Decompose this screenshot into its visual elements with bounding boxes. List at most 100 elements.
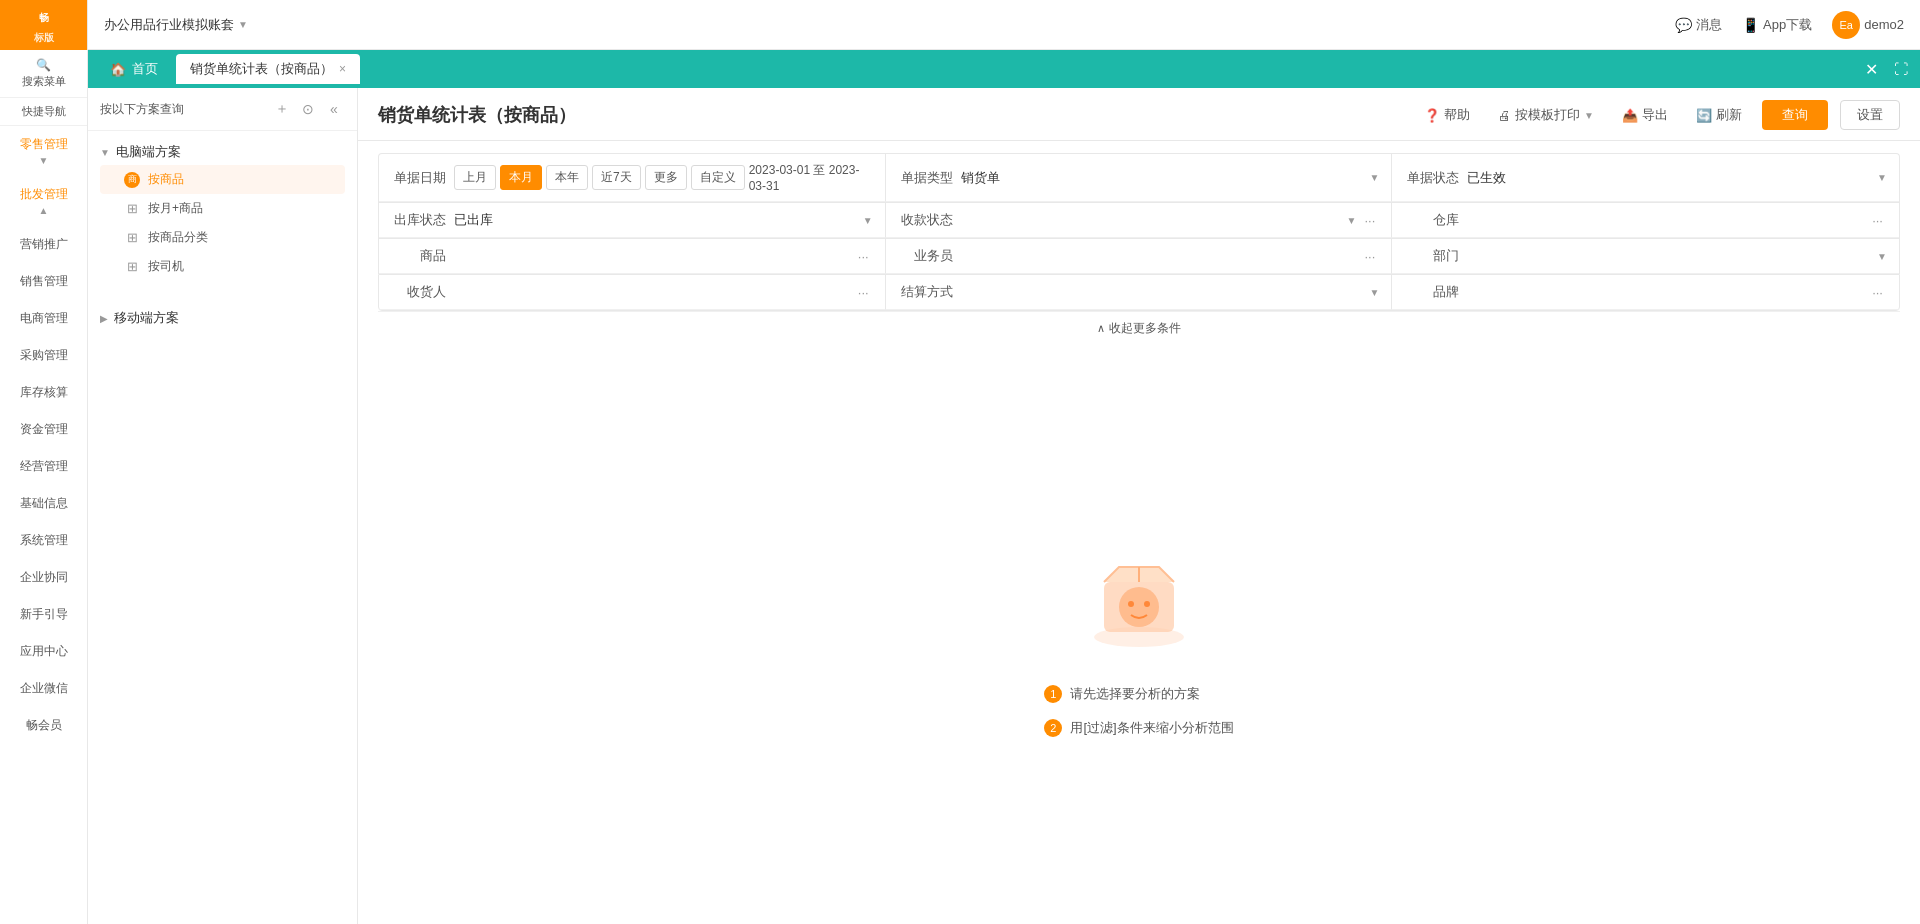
filter-collect-cell: 收款状态 ▼ ··· — [886, 203, 1393, 238]
pc-scheme-title[interactable]: ▼ 电脑端方案 — [100, 139, 345, 165]
quick-nav-btn[interactable]: 快捷导航 — [0, 98, 87, 126]
scheme-icon: ⊞ — [124, 259, 140, 275]
more-date-btn[interactable]: 更多 — [645, 165, 687, 190]
docstatus-label: 单据状态 — [1404, 169, 1459, 187]
collapse-filter-btn[interactable]: ∧ 收起更多条件 — [378, 311, 1900, 345]
receiver-value[interactable]: ··· — [454, 285, 873, 300]
export-btn[interactable]: 📤 导出 — [1614, 102, 1676, 128]
scheme-item-month-product[interactable]: ⊞ 按月+商品 — [100, 194, 345, 223]
settlement-dropdown-icon: ▼ — [1369, 287, 1379, 298]
tab-close-btn[interactable]: × — [339, 62, 346, 76]
page-header-top: 销货单统计表（按商品） ❓ 帮助 🖨 按模板打印 ▼ 📤 — [378, 100, 1900, 130]
filter-row-2: 出库状态 已出库 ▼ 收款状态 ▼ ··· — [378, 202, 1900, 238]
scheme-item-category[interactable]: ⊞ 按商品分类 — [100, 223, 345, 252]
last7-btn[interactable]: 近7天 — [592, 165, 641, 190]
scheme-collapse-btn[interactable]: « — [323, 98, 345, 120]
warehouse-value[interactable]: ··· — [1467, 213, 1887, 228]
empty-state: 1 请先选择要分析的方案 2 用[过滤]条件来缩小分析范围 — [358, 357, 1920, 924]
salesperson-value[interactable]: ··· — [961, 249, 1380, 264]
tabs-bar: 🏠 首页 销货单统计表（按商品） × ✕ ⛶ — [88, 50, 1920, 88]
sidebar-item-wechat[interactable]: 企业微信 — [0, 670, 87, 707]
sidebar-item-retail[interactable]: 零售管理 ▼ — [0, 126, 87, 176]
scheme-item-label: 按月+商品 — [148, 200, 203, 217]
filter-row-1: 单据日期 上月 本月 本年 近7天 更多 自定义 2023-03-01 至 20… — [378, 153, 1900, 202]
topbar-right: 💬 消息 📱 App下载 Ea demo2 — [1675, 11, 1904, 39]
settlement-value[interactable]: ▼ — [961, 287, 1380, 298]
scheme-settings-btn[interactable]: ⊙ — [297, 98, 319, 120]
sidebar-item-purchase[interactable]: 采购管理 — [0, 337, 87, 374]
sidebar-item-label: 畅会员 — [26, 717, 62, 734]
sidebar-item-marketing[interactable]: 营销推广 — [0, 226, 87, 263]
sidebar-item-finance[interactable]: 资金管理 — [0, 411, 87, 448]
sidebar-item-vip[interactable]: 畅会员 — [0, 707, 87, 744]
topbar-left: 办公用品行业模拟账套 ▼ — [104, 16, 248, 34]
svg-point-6 — [1128, 601, 1134, 607]
custom-date-btn[interactable]: 自定义 — [691, 165, 745, 190]
user-profile-btn[interactable]: Ea demo2 — [1832, 11, 1904, 39]
right-panel: 销货单统计表（按商品） ❓ 帮助 🖨 按模板打印 ▼ 📤 — [358, 88, 1920, 924]
sidebar-item-sales[interactable]: 销售管理 — [0, 263, 87, 300]
outstatus-value[interactable]: 已出库 ▼ — [454, 211, 873, 229]
scheme-header-label: 按以下方案查询 — [100, 101, 184, 118]
product-more-btn[interactable]: ··· — [854, 249, 873, 264]
mobile-scheme-title[interactable]: ▶ 移动端方案 — [100, 305, 345, 331]
product-value[interactable]: ··· — [454, 249, 873, 264]
sidebar-item-ecommerce[interactable]: 电商管理 — [0, 300, 87, 337]
tab-maximize-btn[interactable]: ⛶ — [1890, 58, 1912, 80]
phone-icon: 📱 — [1742, 17, 1759, 33]
sidebar-item-guide[interactable]: 新手引导 — [0, 596, 87, 633]
company-selector[interactable]: 办公用品行业模拟账套 ▼ — [104, 16, 248, 34]
this-month-btn[interactable]: 本月 — [500, 165, 542, 190]
brand-value[interactable]: ··· — [1467, 285, 1887, 300]
print-icon: 🖨 — [1498, 108, 1511, 123]
sidebar-item-operations[interactable]: 经营管理 — [0, 448, 87, 485]
scheme-item-product[interactable]: 商 按商品 — [100, 165, 345, 194]
mobile-section-label: 移动端方案 — [114, 309, 179, 327]
help-btn[interactable]: ❓ 帮助 — [1416, 102, 1478, 128]
collect-value[interactable]: ▼ ··· — [961, 213, 1380, 228]
scheme-panel: 按以下方案查询 ＋ ⊙ « ▼ 电脑端方案 — [88, 88, 358, 924]
collapse-label: 收起更多条件 — [1109, 320, 1181, 337]
settings-btn[interactable]: 设置 — [1840, 100, 1900, 130]
brand-label: 品牌 — [1404, 283, 1459, 301]
brand-more-btn[interactable]: ··· — [1868, 285, 1887, 300]
print-btn[interactable]: 🖨 按模板打印 ▼ — [1490, 102, 1602, 128]
avatar: Ea — [1832, 11, 1860, 39]
salesperson-more-btn[interactable]: ··· — [1360, 249, 1379, 264]
tabs-controls: ✕ ⛶ — [1860, 58, 1912, 80]
query-btn[interactable]: 查询 — [1762, 100, 1828, 130]
scheme-item-driver[interactable]: ⊞ 按司机 — [100, 252, 345, 281]
dept-label: 部门 — [1404, 247, 1459, 265]
doctype-label: 单据类型 — [898, 169, 953, 187]
filter-outstatus-cell: 出库状态 已出库 ▼ — [379, 203, 886, 238]
page-title: 销货单统计表（按商品） — [378, 103, 576, 127]
doctype-value[interactable]: 销货单 ▼ — [961, 169, 1380, 187]
sidebar-item-system[interactable]: 系统管理 — [0, 522, 87, 559]
sidebar-item-inventory[interactable]: 库存核算 — [0, 374, 87, 411]
sidebar-item-appstore[interactable]: 应用中心 — [0, 633, 87, 670]
warehouse-more-btn[interactable]: ··· — [1868, 213, 1887, 228]
tab-close-window-btn[interactable]: ✕ — [1860, 58, 1882, 80]
search-menu-btn[interactable]: 🔍 搜索菜单 — [0, 50, 87, 98]
tab-home[interactable]: 🏠 首页 — [96, 54, 172, 84]
last-month-btn[interactable]: 上月 — [454, 165, 496, 190]
dept-value[interactable]: ▼ — [1467, 251, 1887, 262]
sidebar-item-base[interactable]: 基础信息 — [0, 485, 87, 522]
this-year-btn[interactable]: 本年 — [546, 165, 588, 190]
sidebar-item-label: 批发管理 — [20, 186, 68, 203]
sidebar-item-wholesale[interactable]: 批发管理 ▲ — [0, 176, 87, 226]
app-download-btn[interactable]: 📱 App下载 — [1742, 16, 1812, 34]
tab-active-label: 销货单统计表（按商品） — [190, 60, 333, 78]
collect-more-btn[interactable]: ··· — [1360, 213, 1379, 228]
scheme-add-btn[interactable]: ＋ — [271, 98, 293, 120]
company-name: 办公用品行业模拟账套 — [104, 16, 234, 34]
receiver-more-btn[interactable]: ··· — [854, 285, 873, 300]
docstatus-value[interactable]: 已生效 ▼ — [1467, 169, 1887, 187]
date-range-text: 2023-03-01 至 2023-03-31 — [749, 162, 873, 193]
sidebar-item-label: 企业微信 — [20, 680, 68, 697]
refresh-btn[interactable]: 🔄 刷新 — [1688, 102, 1750, 128]
sidebar-item-enterprise[interactable]: 企业协同 — [0, 559, 87, 596]
tab-sales-stat[interactable]: 销货单统计表（按商品） × — [176, 54, 360, 84]
message-btn[interactable]: 💬 消息 — [1675, 16, 1722, 34]
outstatus-text: 已出库 — [454, 211, 859, 229]
